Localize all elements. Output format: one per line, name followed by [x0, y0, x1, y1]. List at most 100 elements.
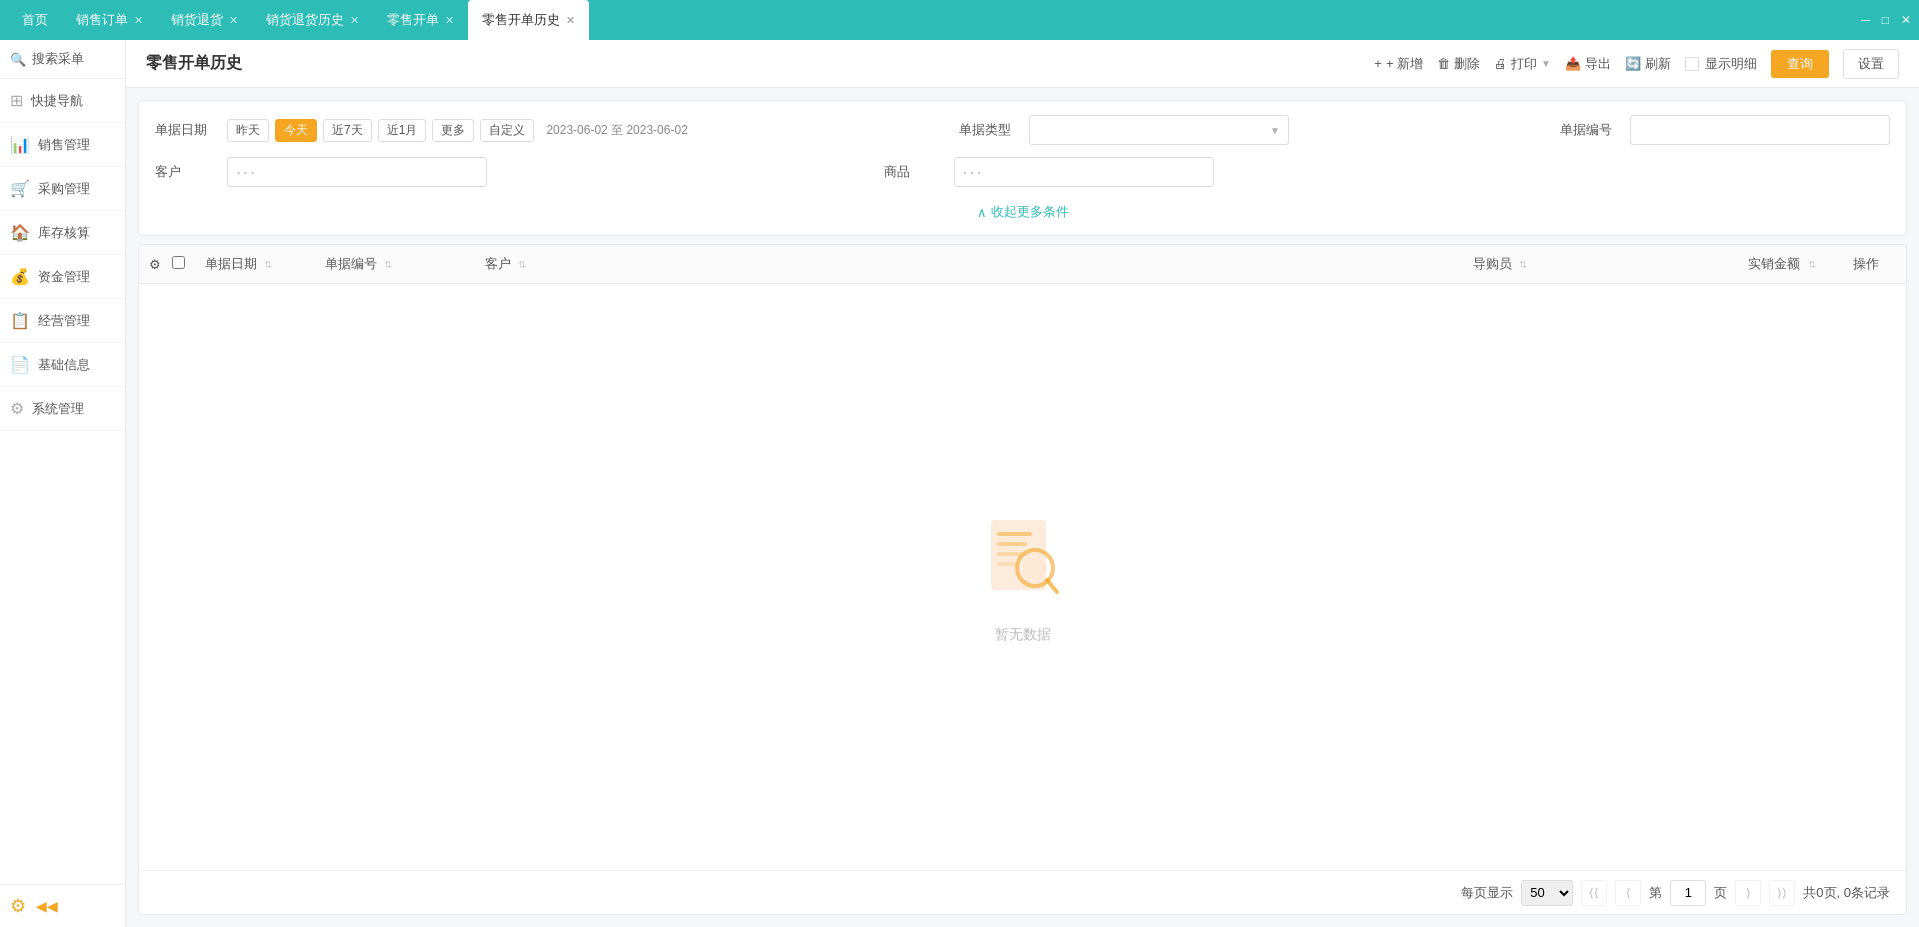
sidebar-search[interactable]: 🔍 搜索采单 — [0, 40, 125, 79]
basic-info-icon: 📄 — [10, 355, 30, 374]
settings-bottom-icon[interactable]: ⚙ — [10, 895, 26, 917]
header-customer: 客户 ⇅ — [475, 245, 1463, 284]
number-label: 单据编号 — [1560, 121, 1620, 139]
sort-number-icon[interactable]: ⇅ — [384, 259, 392, 270]
sort-guide-icon[interactable]: ⇅ — [1519, 259, 1527, 270]
header-date: 单据日期 ⇅ — [195, 245, 315, 284]
maximize-button[interactable]: □ — [1882, 13, 1889, 27]
sidebar-item-finance[interactable]: 💰 资金管理 — [0, 255, 125, 299]
search-icon: 🔍 — [10, 52, 26, 67]
table-container: ⚙ 单据日期 ⇅ 单据编号 ⇅ — [138, 244, 1907, 915]
main-layout: 🔍 搜索采单 ⊞ 快捷导航 📊 销售管理 🛒 采购管理 🏠 库存核算 💰 资金管… — [0, 40, 1919, 927]
date-btn-custom[interactable]: 自定义 — [480, 119, 534, 142]
close-icon[interactable]: ✕ — [566, 14, 575, 27]
type-select-wrapper[interactable]: ▼ — [1029, 115, 1289, 145]
empty-text: 暂无数据 — [995, 626, 1051, 644]
header-amount: 实销金额 ⇅ — [1706, 245, 1826, 284]
close-icon[interactable]: ✕ — [445, 14, 454, 27]
goods-wrapper[interactable]: ··· — [954, 157, 1214, 187]
collapse-btn[interactable]: ∧ 收起更多条件 — [155, 199, 1890, 225]
tab-sales-return[interactable]: 销货退货 ✕ — [157, 0, 252, 40]
empty-state: 暂无数据 — [139, 284, 1906, 870]
date-btn-1month[interactable]: 近1月 — [378, 119, 427, 142]
display-button[interactable]: 显示明细 — [1685, 55, 1757, 73]
sales-icon: 📊 — [10, 135, 30, 154]
close-window-button[interactable]: ✕ — [1901, 13, 1911, 27]
close-icon[interactable]: ✕ — [134, 14, 143, 27]
sidebar-item-operations[interactable]: 📋 经营管理 — [0, 299, 125, 343]
window-controls: ─ □ ✕ — [1861, 13, 1911, 27]
sidebar-item-sys-mgmt[interactable]: ⚙ 系统管理 — [0, 387, 125, 431]
delete-button[interactable]: 🗑 删除 — [1437, 55, 1480, 73]
sidebar-item-purchase-mgmt[interactable]: 🛒 采购管理 — [0, 167, 125, 211]
collapse-sidebar-icon[interactable]: ◀◀ — [36, 898, 58, 914]
sidebar-item-quick-nav[interactable]: ⊞ 快捷导航 — [0, 79, 125, 123]
svg-rect-3 — [997, 552, 1022, 556]
table-header: ⚙ 单据日期 ⇅ 单据编号 ⇅ — [139, 245, 1906, 284]
tab-retail-history[interactable]: 零售开单历史 ✕ — [468, 0, 589, 40]
content-area: 零售开单历史 + + 新增 🗑 删除 🖨 打印 ▼ 📤 导出 — [126, 40, 1919, 927]
print-button[interactable]: 🖨 打印 ▼ — [1494, 55, 1551, 73]
sort-date-icon[interactable]: ⇅ — [264, 259, 272, 270]
date-btn-more[interactable]: 更多 — [432, 119, 474, 142]
tab-sales-order[interactable]: 销售订单 ✕ — [62, 0, 157, 40]
svg-rect-4 — [997, 562, 1017, 566]
header-action: 操作 — [1826, 245, 1906, 284]
display-checkbox[interactable] — [1685, 57, 1699, 71]
date-btn-7days[interactable]: 近7天 — [323, 119, 372, 142]
sidebar-item-basic-info[interactable]: 📄 基础信息 — [0, 343, 125, 387]
purchase-icon: 🛒 — [10, 179, 30, 198]
inventory-icon: 🏠 — [10, 223, 30, 242]
query-button[interactable]: 查询 — [1771, 50, 1829, 78]
customer-label: 客户 — [155, 163, 217, 181]
tab-home[interactable]: 首页 — [8, 0, 62, 40]
first-page-button[interactable]: ⟨⟨ — [1581, 880, 1607, 906]
tab-retail-open[interactable]: 零售开单 ✕ — [373, 0, 468, 40]
svg-rect-1 — [997, 532, 1032, 536]
date-btn-yesterday[interactable]: 昨天 — [227, 119, 269, 142]
type-label: 单据类型 — [959, 121, 1019, 139]
next-page-button[interactable]: ⟩ — [1735, 880, 1761, 906]
page-header: 零售开单历史 + + 新增 🗑 删除 🖨 打印 ▼ 📤 导出 — [126, 40, 1919, 88]
filter-panel: 单据日期 昨天 今天 近7天 近1月 更多 自定义 2023-06-02 至 2… — [138, 100, 1907, 236]
last-page-button[interactable]: ⟩⟩ — [1769, 880, 1795, 906]
sidebar: 🔍 搜索采单 ⊞ 快捷导航 📊 销售管理 🛒 采购管理 🏠 库存核算 💰 资金管… — [0, 40, 126, 927]
data-table: ⚙ 单据日期 ⇅ 单据编号 ⇅ — [139, 245, 1906, 284]
tab-sales-return-history[interactable]: 销货退货历史 ✕ — [252, 0, 373, 40]
sort-customer-icon[interactable]: ⇅ — [518, 259, 526, 270]
empty-illustration — [973, 510, 1073, 610]
per-page-select[interactable]: 50 10 20 100 — [1521, 880, 1573, 906]
select-all-checkbox[interactable] — [172, 256, 185, 269]
goods-ellipsis: ··· — [963, 162, 984, 183]
prev-page-button[interactable]: ⟨ — [1615, 880, 1641, 906]
sidebar-item-inventory[interactable]: 🏠 库存核算 — [0, 211, 125, 255]
close-icon[interactable]: ✕ — [350, 14, 359, 27]
page-actions: + + 新增 🗑 删除 🖨 打印 ▼ 📤 导出 🔄 — [1374, 49, 1899, 79]
sidebar-item-sales-mgmt[interactable]: 📊 销售管理 — [0, 123, 125, 167]
type-chevron-icon: ▼ — [1270, 125, 1280, 136]
refresh-button[interactable]: 🔄 刷新 — [1625, 55, 1671, 73]
filter-row-container-2: 客户 ··· 商品 ··· — [155, 157, 1890, 187]
close-icon[interactable]: ✕ — [229, 14, 238, 27]
customer-wrapper[interactable]: ··· — [227, 157, 487, 187]
total-info: 共0页, 0条记录 — [1803, 884, 1890, 902]
number-input[interactable] — [1630, 115, 1890, 145]
page-title: 零售开单历史 — [146, 53, 242, 74]
page-input[interactable] — [1670, 880, 1706, 906]
refresh-icon: 🔄 — [1625, 56, 1641, 71]
date-range-display: 2023-06-02 至 2023-06-02 — [546, 122, 687, 139]
minimize-button[interactable]: ─ — [1861, 13, 1870, 27]
add-button[interactable]: + + 新增 — [1374, 55, 1423, 73]
customer-ellipsis: ··· — [236, 162, 257, 183]
type-select[interactable] — [1038, 123, 1280, 138]
sidebar-bottom: ⚙ ◀◀ — [0, 884, 125, 927]
pagination: 每页显示 50 10 20 100 ⟨⟨ ⟨ 第 页 ⟩ ⟩⟩ 共0页, 0条记… — [139, 870, 1906, 914]
svg-rect-2 — [997, 542, 1027, 546]
table-settings-icon[interactable]: ⚙ — [149, 257, 161, 272]
date-btn-today[interactable]: 今天 — [275, 119, 317, 142]
sort-amount-icon[interactable]: ⇅ — [1808, 259, 1816, 270]
export-button[interactable]: 📤 导出 — [1565, 55, 1611, 73]
header-number: 单据编号 ⇅ — [315, 245, 475, 284]
settings-button[interactable]: 设置 — [1843, 49, 1899, 79]
goods-label: 商品 — [884, 163, 944, 181]
